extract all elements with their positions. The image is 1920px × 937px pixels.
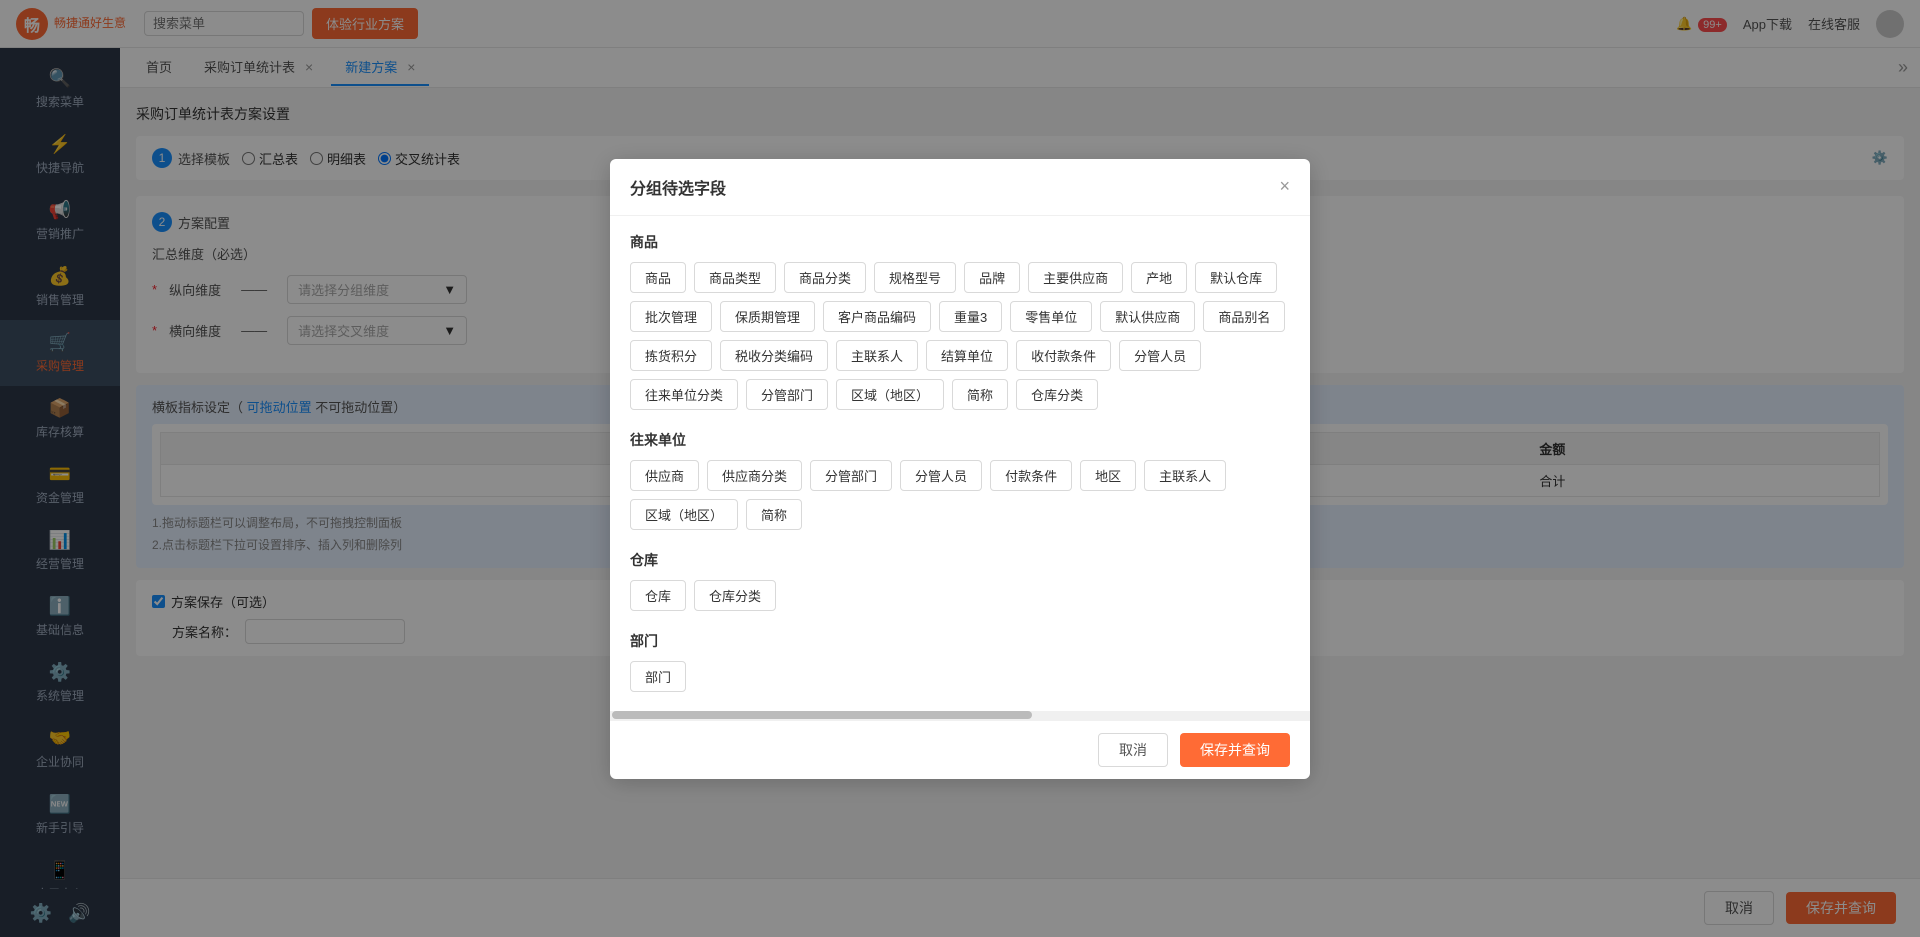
field-tag[interactable]: 主联系人 <box>836 340 918 371</box>
field-list-dept: 部门 <box>630 661 1290 692</box>
field-tag[interactable]: 部门 <box>630 661 686 692</box>
field-list-product: 商品 商品类型 商品分类 规格型号 品牌 主要供应商 产地 默认仓库 批次管理 … <box>630 262 1290 410</box>
modal-title: 分组待选字段 <box>630 175 726 199</box>
field-tag[interactable]: 简称 <box>952 379 1008 410</box>
modal-overlay[interactable]: 分组待选字段 × 商品 商品 商品类型 商品分类 规格型号 品牌 主要供应商 产… <box>0 0 1920 937</box>
field-tag[interactable]: 付款条件 <box>990 460 1072 491</box>
modal-close-icon[interactable]: × <box>1279 176 1290 197</box>
field-tag[interactable]: 客户商品编码 <box>823 301 931 332</box>
field-tag[interactable]: 分管部门 <box>810 460 892 491</box>
field-tag[interactable]: 仓库分类 <box>1016 379 1098 410</box>
modal-confirm-button[interactable]: 保存并查询 <box>1180 733 1290 767</box>
field-tag[interactable]: 默认供应商 <box>1100 301 1195 332</box>
field-tag[interactable]: 税收分类编码 <box>720 340 828 371</box>
scroll-thumb <box>612 711 1032 719</box>
field-group-partner: 往来单位 供应商 供应商分类 分管部门 分管人员 付款条件 地区 主联系人 区域… <box>630 430 1290 530</box>
field-tag[interactable]: 结算单位 <box>926 340 1008 371</box>
field-group-product: 商品 商品 商品类型 商品分类 规格型号 品牌 主要供应商 产地 默认仓库 批次… <box>630 232 1290 410</box>
field-group-warehouse: 仓库 仓库 仓库分类 <box>630 550 1290 611</box>
field-group-title-warehouse: 仓库 <box>630 550 1290 570</box>
field-tag[interactable]: 区域（地区） <box>630 499 738 530</box>
field-tag[interactable]: 产地 <box>1131 262 1187 293</box>
field-tag[interactable]: 商品 <box>630 262 686 293</box>
field-tag[interactable]: 规格型号 <box>874 262 956 293</box>
modal: 分组待选字段 × 商品 商品 商品类型 商品分类 规格型号 品牌 主要供应商 产… <box>610 159 1310 779</box>
field-group-title-product: 商品 <box>630 232 1290 252</box>
field-tag[interactable]: 商品类型 <box>694 262 776 293</box>
field-tag[interactable]: 主要供应商 <box>1028 262 1123 293</box>
modal-body: 商品 商品 商品类型 商品分类 规格型号 品牌 主要供应商 产地 默认仓库 批次… <box>610 216 1310 712</box>
field-tag[interactable]: 批次管理 <box>630 301 712 332</box>
field-group-title-dept: 部门 <box>630 631 1290 651</box>
field-tag[interactable]: 重量3 <box>939 301 1002 332</box>
field-tag[interactable]: 默认仓库 <box>1195 262 1277 293</box>
modal-horizontal-scrollbar[interactable] <box>610 711 1310 719</box>
field-list-partner: 供应商 供应商分类 分管部门 分管人员 付款条件 地区 主联系人 区域（地区） … <box>630 460 1290 530</box>
field-tag[interactable]: 分管人员 <box>1119 340 1201 371</box>
field-tag[interactable]: 仓库分类 <box>694 580 776 611</box>
field-tag[interactable]: 拣货积分 <box>630 340 712 371</box>
modal-header: 分组待选字段 × <box>610 159 1310 216</box>
field-tag[interactable]: 品牌 <box>964 262 1020 293</box>
field-tag[interactable]: 区域（地区） <box>836 379 944 410</box>
field-tag[interactable]: 地区 <box>1080 460 1136 491</box>
field-tag[interactable]: 保质期管理 <box>720 301 815 332</box>
modal-footer: 取消 保存并查询 <box>610 720 1310 779</box>
field-tag[interactable]: 仓库 <box>630 580 686 611</box>
field-tag[interactable]: 分管部门 <box>746 379 828 410</box>
field-tag[interactable]: 分管人员 <box>900 460 982 491</box>
field-tag[interactable]: 供应商分类 <box>707 460 802 491</box>
field-group-title-partner: 往来单位 <box>630 430 1290 450</box>
field-tag[interactable]: 商品分类 <box>784 262 866 293</box>
field-tag[interactable]: 供应商 <box>630 460 699 491</box>
field-tag[interactable]: 收付款条件 <box>1016 340 1111 371</box>
field-tag[interactable]: 简称 <box>746 499 802 530</box>
modal-cancel-button[interactable]: 取消 <box>1098 733 1168 767</box>
field-group-dept: 部门 部门 <box>630 631 1290 692</box>
field-list-warehouse: 仓库 仓库分类 <box>630 580 1290 611</box>
field-tag[interactable]: 商品别名 <box>1203 301 1285 332</box>
field-tag[interactable]: 零售单位 <box>1010 301 1092 332</box>
field-tag[interactable]: 往来单位分类 <box>630 379 738 410</box>
field-tag[interactable]: 主联系人 <box>1144 460 1226 491</box>
